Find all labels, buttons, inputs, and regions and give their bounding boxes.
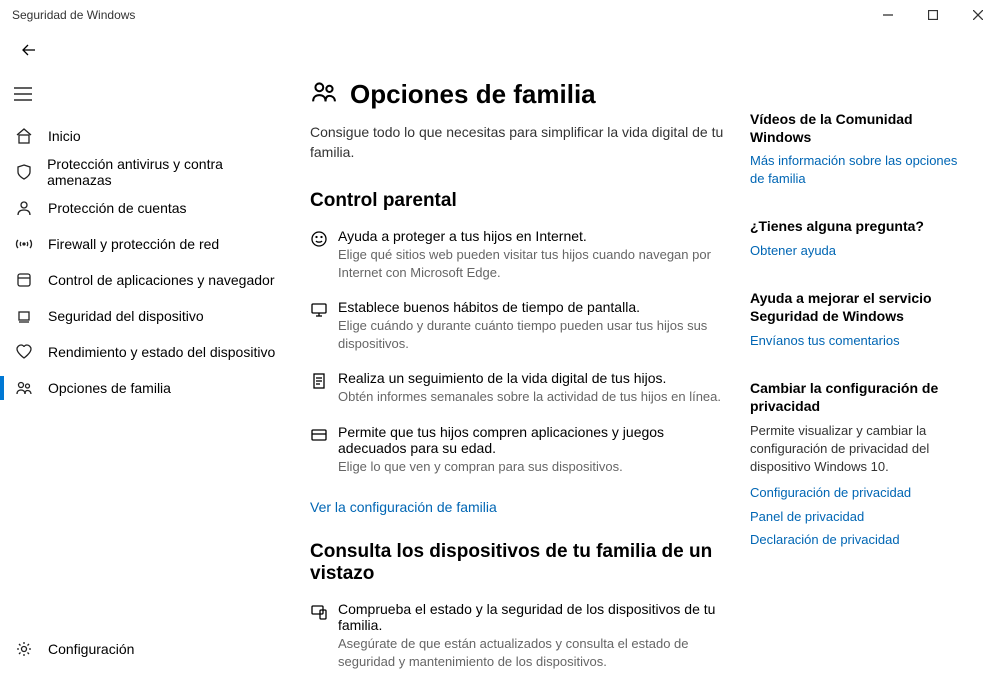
aside-heading-improve: Ayuda a mejorar el servicio Seguridad de…: [750, 289, 960, 325]
aside-link-privacy-statement[interactable]: Declaración de privacidad: [750, 531, 960, 549]
feature-purchases: Permite que tus hijos compren aplicacion…: [310, 424, 730, 476]
menu-icon: [14, 87, 32, 101]
feature-title: Ayuda a proteger a tus hijos en Internet…: [338, 228, 730, 244]
sidebar-item-device-security[interactable]: Seguridad del dispositivo: [0, 298, 280, 334]
sidebar-item-settings[interactable]: Configuración: [0, 631, 280, 667]
feature-desc: Elige cuándo y durante cuánto tiempo pue…: [338, 317, 730, 352]
page-title: Opciones de familia: [350, 79, 596, 110]
feature-desc: Elige lo que ven y compran para sus disp…: [338, 458, 730, 476]
family-icon: [310, 78, 338, 111]
devices-icon: [310, 603, 328, 621]
maximize-button[interactable]: [910, 0, 955, 30]
heart-icon: [14, 342, 34, 362]
smile-icon: [310, 230, 328, 248]
feature-screentime: Establece buenos hábitos de tiempo de pa…: [310, 299, 730, 352]
sidebar-item-label: Inicio: [48, 128, 81, 144]
sidebar-item-account[interactable]: Protección de cuentas: [0, 190, 280, 226]
back-button[interactable]: [14, 35, 44, 65]
window-title: Seguridad de Windows: [12, 8, 135, 22]
report-icon: [310, 372, 328, 390]
section-heading-devices: Consulta los dispositivos de tu familia …: [310, 541, 730, 585]
aside-link-more-info[interactable]: Más información sobre las opciones de fa…: [750, 152, 960, 187]
family-icon: [14, 378, 34, 398]
aside-heading-privacy: Cambiar la configuración de privacidad: [750, 379, 960, 415]
minimize-button[interactable]: [865, 0, 910, 30]
aside-heading-videos: Vídeos de la Comunidad Windows: [750, 110, 960, 146]
arrow-left-icon: [20, 41, 38, 59]
feature-internet: Ayuda a proteger a tus hijos en Internet…: [310, 228, 730, 281]
signal-icon: [14, 234, 34, 254]
aside-heading-question: ¿Tienes alguna pregunta?: [750, 217, 960, 235]
sidebar-item-label: Seguridad del dispositivo: [48, 308, 204, 324]
sidebar: Inicio Protección antivirus y contra ame…: [0, 70, 280, 673]
aside-text-privacy: Permite visualizar y cambiar la configur…: [750, 422, 960, 477]
feature-desc: Asegúrate de que están actualizados y co…: [338, 635, 730, 670]
sidebar-item-performance[interactable]: Rendimiento y estado del dispositivo: [0, 334, 280, 370]
close-button[interactable]: [955, 0, 1000, 30]
sidebar-item-label: Configuración: [48, 641, 134, 657]
sidebar-item-appcontrol[interactable]: Control de aplicaciones y navegador: [0, 262, 280, 298]
sidebar-item-home[interactable]: Inicio: [0, 118, 280, 154]
app-icon: [14, 270, 34, 290]
feature-devices: Comprueba el estado y la seguridad de lo…: [310, 601, 730, 670]
feature-title: Realiza un seguimiento de la vida digita…: [338, 370, 721, 386]
chip-icon: [14, 306, 34, 326]
sidebar-item-label: Opciones de familia: [48, 380, 171, 396]
sidebar-item-label: Protección antivirus y contra amenazas: [47, 156, 280, 188]
aside-link-privacy-settings[interactable]: Configuración de privacidad: [750, 484, 960, 502]
card-icon: [310, 426, 328, 444]
titlebar: Seguridad de Windows: [0, 0, 1000, 30]
aside-link-privacy-panel[interactable]: Panel de privacidad: [750, 508, 960, 526]
sidebar-item-label: Firewall y protección de red: [48, 236, 219, 252]
home-icon: [14, 126, 34, 146]
feature-title: Establece buenos hábitos de tiempo de pa…: [338, 299, 730, 315]
page-subtitle: Consigue todo lo que necesitas para simp…: [310, 123, 730, 162]
sidebar-item-firewall[interactable]: Firewall y protección de red: [0, 226, 280, 262]
person-icon: [14, 198, 34, 218]
hamburger-menu[interactable]: [0, 74, 280, 114]
sidebar-item-family[interactable]: Opciones de familia: [0, 370, 280, 406]
feature-desc: Elige qué sitios web pueden visitar tus …: [338, 246, 730, 281]
aside-link-get-help[interactable]: Obtener ayuda: [750, 242, 960, 260]
feature-title: Permite que tus hijos compren aplicacion…: [338, 424, 730, 456]
link-family-settings[interactable]: Ver la configuración de familia: [310, 499, 497, 515]
gear-icon: [14, 639, 34, 659]
section-heading-parental: Control parental: [310, 190, 730, 212]
feature-tracking: Realiza un seguimiento de la vida digita…: [310, 370, 730, 406]
aside-link-feedback[interactable]: Envíanos tus comentarios: [750, 332, 960, 350]
monitor-icon: [310, 301, 328, 319]
sidebar-item-label: Control de aplicaciones y navegador: [48, 272, 274, 288]
feature-desc: Obtén informes semanales sobre la activi…: [338, 388, 721, 406]
sidebar-item-label: Rendimiento y estado del dispositivo: [48, 344, 275, 360]
shield-icon: [14, 162, 33, 182]
feature-title: Comprueba el estado y la seguridad de lo…: [338, 601, 730, 633]
sidebar-item-label: Protección de cuentas: [48, 200, 187, 216]
sidebar-item-virus[interactable]: Protección antivirus y contra amenazas: [0, 154, 280, 190]
